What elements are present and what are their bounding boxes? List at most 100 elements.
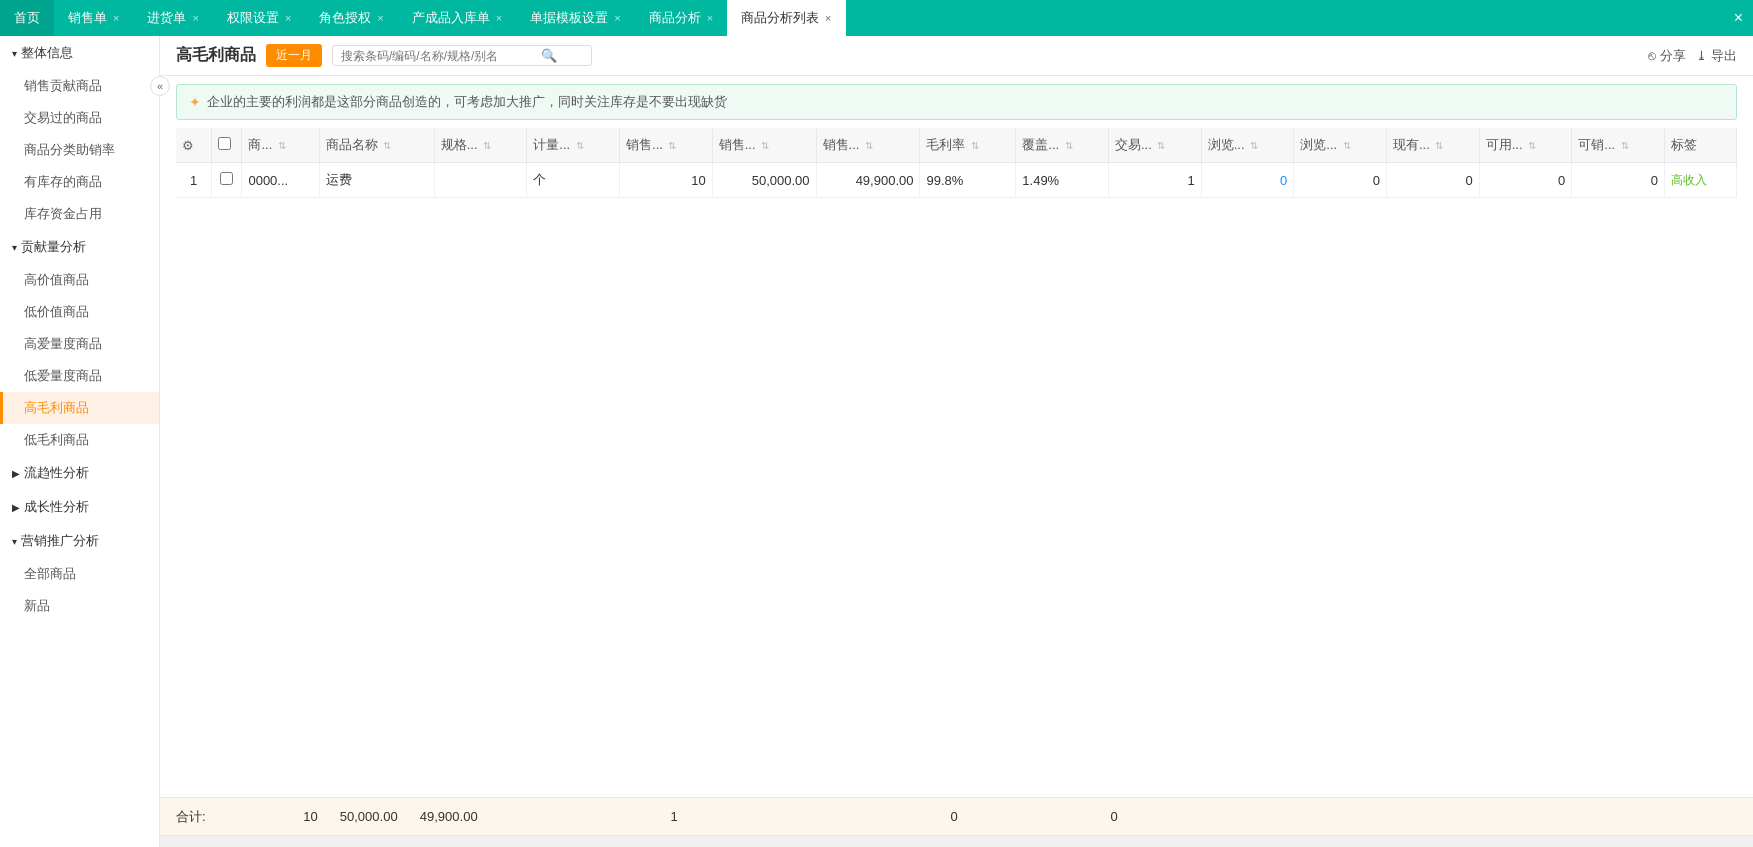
sidebar-item-low-margin-products[interactable]: 低毛利商品 bbox=[0, 424, 159, 456]
close-template-settings[interactable]: × bbox=[614, 12, 620, 24]
close-product-analysis-list[interactable]: × bbox=[825, 12, 831, 24]
sidebar-item-category-assist-rate[interactable]: 商品分类助销率 bbox=[0, 134, 159, 166]
sort-icon-name: ⇅ bbox=[383, 140, 391, 151]
sort-icon-sales-qty: ⇅ bbox=[668, 140, 676, 151]
sort-icon-current-stock: ⇅ bbox=[1435, 140, 1443, 151]
sidebar-item-in-stock-products[interactable]: 有库存的商品 bbox=[0, 166, 159, 198]
sidebar-item-stock-capital[interactable]: 库存资金占用 bbox=[0, 198, 159, 230]
sidebar-item-high-margin-products[interactable]: 高毛利商品 bbox=[0, 392, 159, 424]
nav-purchase-order[interactable]: 进货单 × bbox=[133, 0, 212, 36]
th-current-stock[interactable]: 现有... ⇅ bbox=[1387, 128, 1480, 163]
footer-sales-cost: 49,900.00 bbox=[406, 809, 486, 824]
close-sales-order[interactable]: × bbox=[113, 12, 119, 24]
th-browse1[interactable]: 浏览... ⇅ bbox=[1201, 128, 1294, 163]
info-icon: ✦ bbox=[189, 94, 201, 110]
row-checkbox[interactable] bbox=[220, 172, 233, 185]
nav-product-warehousing[interactable]: 产成品入库单 × bbox=[398, 0, 516, 36]
search-box: 🔍 bbox=[332, 45, 592, 66]
footer-browse2: 0 bbox=[886, 809, 966, 824]
nav-role-auth[interactable]: 角色授权 × bbox=[305, 0, 397, 36]
search-icon[interactable]: 🔍 bbox=[541, 48, 557, 63]
sidebar-wrapper: ▾ 整体信息 销售贡献商品 交易过的商品 商品分类助销率 有库存的商品 库存资金… bbox=[0, 36, 160, 847]
td-sales-amount: 50,000.00 bbox=[712, 163, 816, 198]
th-browse2[interactable]: 浏览... ⇅ bbox=[1294, 128, 1387, 163]
browse1-link[interactable]: 0 bbox=[1280, 173, 1287, 188]
td-checkbox bbox=[212, 163, 242, 198]
sidebar-item-traded-products[interactable]: 交易过的商品 bbox=[0, 102, 159, 134]
td-spec bbox=[434, 163, 527, 198]
th-available-stock[interactable]: 可用... ⇅ bbox=[1479, 128, 1572, 163]
th-sales-amount[interactable]: 销售... ⇅ bbox=[712, 128, 816, 163]
sidebar-item-new-products[interactable]: 新品 bbox=[0, 590, 159, 622]
sort-icon-sales-cost: ⇅ bbox=[865, 140, 873, 151]
sidebar-group-contribution-analysis[interactable]: ▾ 贡献量分析 bbox=[0, 230, 159, 264]
sidebar-item-low-love-products[interactable]: 低爱量度商品 bbox=[0, 360, 159, 392]
nav-product-analysis[interactable]: 商品分析 × bbox=[635, 0, 727, 36]
th-sku-code[interactable]: 商... ⇅ bbox=[242, 128, 319, 163]
td-browse2: 0 bbox=[1294, 163, 1387, 198]
close-all-tabs[interactable]: × bbox=[1734, 9, 1753, 27]
th-sales-qty[interactable]: 销售... ⇅ bbox=[620, 128, 713, 163]
footer-values: 10 50,000.00 49,900.00 1 0 0 bbox=[246, 809, 1126, 824]
share-btn[interactable]: ⎋ 分享 bbox=[1648, 47, 1686, 65]
search-input[interactable] bbox=[341, 49, 541, 63]
nav-home[interactable]: 首页 bbox=[0, 0, 54, 36]
footer-sales-amount: 50,000.00 bbox=[326, 809, 406, 824]
nav-sales-order[interactable]: 销售单 × bbox=[54, 0, 133, 36]
th-tag[interactable]: 标签 bbox=[1665, 128, 1737, 163]
filter-recent-month-btn[interactable]: 近一月 bbox=[266, 44, 322, 67]
td-browse1[interactable]: 0 bbox=[1201, 163, 1294, 198]
close-permission-settings[interactable]: × bbox=[285, 12, 291, 24]
sidebar-item-all-products[interactable]: 全部商品 bbox=[0, 558, 159, 590]
horizontal-scrollbar[interactable] bbox=[160, 835, 1753, 847]
close-product-analysis[interactable]: × bbox=[707, 12, 713, 24]
td-current-stock: 0 bbox=[1387, 163, 1480, 198]
th-spec[interactable]: 规格... ⇅ bbox=[434, 128, 527, 163]
page-title: 高毛利商品 bbox=[176, 45, 256, 66]
sort-icon-spec: ⇅ bbox=[483, 140, 491, 151]
sidebar-group-overall-info[interactable]: ▾ 整体信息 bbox=[0, 36, 159, 70]
footer-available-stock: 0 bbox=[1046, 809, 1126, 824]
th-unit[interactable]: 计量... ⇅ bbox=[527, 128, 620, 163]
share-icon: ⎋ bbox=[1648, 48, 1656, 63]
sidebar-item-high-value-products[interactable]: 高价值商品 bbox=[0, 264, 159, 296]
sidebar-item-sales-contribution[interactable]: 销售贡献商品 bbox=[0, 70, 159, 102]
th-settings[interactable]: ⚙ bbox=[176, 128, 212, 163]
table-container[interactable]: ⚙ 商... ⇅ 商品名称 ⇅ bbox=[160, 128, 1753, 797]
top-nav: 首页 销售单 × 进货单 × 权限设置 × 角色授权 × 产成品入库单 × 单据… bbox=[0, 0, 1753, 36]
th-name[interactable]: 商品名称 ⇅ bbox=[319, 128, 434, 163]
close-product-warehousing[interactable]: × bbox=[496, 12, 502, 24]
th-sellable-days[interactable]: 可销... ⇅ bbox=[1572, 128, 1665, 163]
footer-sales-qty: 10 bbox=[246, 809, 326, 824]
th-trade-count[interactable]: 交易... ⇅ bbox=[1108, 128, 1201, 163]
td-name: 运费 bbox=[319, 163, 434, 198]
footer-trade-count: 1 bbox=[606, 809, 686, 824]
close-role-auth[interactable]: × bbox=[377, 12, 383, 24]
select-all-checkbox[interactable] bbox=[218, 137, 231, 150]
sidebar-group-trend-analysis[interactable]: ▶ 流趋性分析 bbox=[0, 456, 159, 490]
sidebar-item-high-love-products[interactable]: 高爱量度商品 bbox=[0, 328, 159, 360]
nav-template-settings[interactable]: 单据模板设置 × bbox=[516, 0, 634, 36]
settings-icon[interactable]: ⚙ bbox=[182, 138, 194, 153]
table-row: 1 0000... 运费 个 bbox=[176, 163, 1737, 198]
sort-icon-gross-margin: ⇅ bbox=[971, 140, 979, 151]
sidebar-group-marketing-analysis[interactable]: ▾ 营销推广分析 bbox=[0, 524, 159, 558]
th-checkbox bbox=[212, 128, 242, 163]
th-sales-cost[interactable]: 销售... ⇅ bbox=[816, 128, 920, 163]
sidebar-item-low-value-products[interactable]: 低价值商品 bbox=[0, 296, 159, 328]
nav-permission-settings[interactable]: 权限设置 × bbox=[213, 0, 305, 36]
export-btn[interactable]: ⤓ 导出 bbox=[1696, 47, 1737, 65]
sidebar-group-growth-analysis[interactable]: ▶ 成长性分析 bbox=[0, 490, 159, 524]
footer-total: 合计: 10 50,000.00 49,900.00 1 0 0 bbox=[160, 797, 1753, 835]
nav-product-analysis-list[interactable]: 商品分析列表 × bbox=[727, 0, 845, 36]
info-banner-text: 企业的主要的利润都是这部分商品创造的，可考虑加大推广，同时关注库存是不要出现缺货 bbox=[207, 93, 727, 111]
content-header: 高毛利商品 近一月 🔍 ⎋ 分享 ⤓ 导出 bbox=[160, 36, 1753, 76]
td-sku-code: 0000... bbox=[242, 163, 319, 198]
th-gross-margin[interactable]: 毛利率 ⇅ bbox=[920, 128, 1016, 163]
sidebar: ▾ 整体信息 销售贡献商品 交易过的商品 商品分类助销率 有库存的商品 库存资金… bbox=[0, 36, 160, 847]
sidebar-toggle-btn[interactable]: « bbox=[150, 76, 170, 96]
sort-icon-coverage: ⇅ bbox=[1065, 140, 1073, 151]
td-sellable-days: 0 bbox=[1572, 163, 1665, 198]
close-purchase-order[interactable]: × bbox=[192, 12, 198, 24]
th-coverage[interactable]: 覆盖... ⇅ bbox=[1016, 128, 1109, 163]
